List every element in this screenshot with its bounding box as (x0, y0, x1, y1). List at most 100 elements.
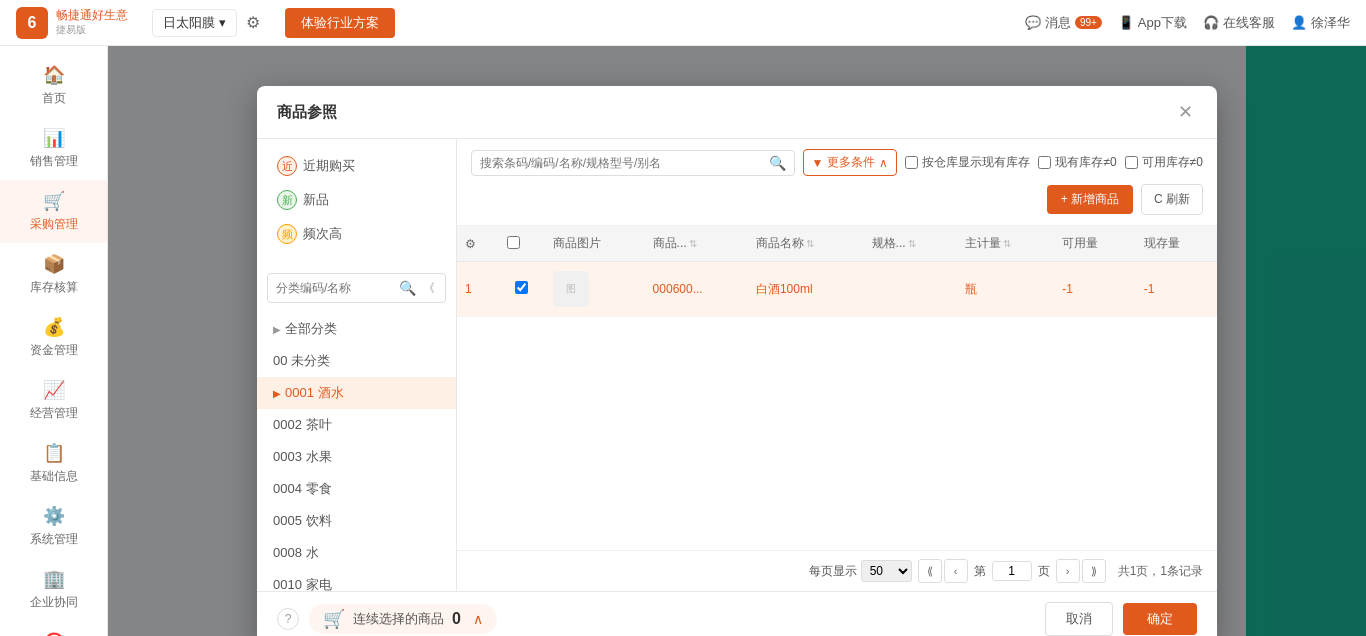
category-item-water[interactable]: 0008 水 (257, 537, 456, 569)
category-item-all[interactable]: ▶ 全部分类 (257, 313, 456, 345)
row-checkbox (499, 262, 544, 317)
modal-header: 商品参照 ✕ (257, 86, 1217, 139)
prev-page-button[interactable]: ‹ (944, 559, 968, 583)
row-avail: -1 (1054, 262, 1135, 317)
table-row[interactable]: 1 图 000600... 白酒100ml (457, 262, 1217, 317)
frequent-item[interactable]: 频 频次高 (267, 217, 446, 251)
category-search-box: 🔍 《 (267, 273, 446, 303)
warehouse-filter-checkbox[interactable] (905, 156, 918, 169)
sidebar-item-guide[interactable]: 🎯 新手引导 (0, 621, 107, 636)
sidebar-item-label: 资金管理 (30, 342, 78, 359)
category-item-appliance[interactable]: 0010 家电 (257, 569, 456, 591)
pagination-area: 每页显示 50 20 100 ⟪ ‹ 第 (457, 550, 1217, 591)
product-modal: 商品参照 ✕ 近 近期购买 新 新品 (257, 86, 1217, 636)
recent-purchases-item[interactable]: 近 近期购买 (267, 149, 446, 183)
notification-label: 消息 (1045, 14, 1071, 32)
col-spec-header: 规格...⇅ (864, 226, 958, 262)
trial-button[interactable]: 体验行业方案 (285, 8, 395, 38)
cart-area[interactable]: 🛒 连续选择的商品 0 ∧ (309, 604, 497, 634)
category-item-fruit[interactable]: 0003 水果 (257, 441, 456, 473)
collapse-button[interactable]: 《 (422, 278, 437, 298)
last-page-button[interactable]: ⟫ (1082, 559, 1106, 583)
more-filters-button[interactable]: ▼ 更多条件 ∧ (803, 149, 898, 176)
per-page-label: 每页显示 (809, 563, 857, 580)
sidebar-item-purchase[interactable]: 🛒 采购管理 (0, 180, 107, 243)
usable-filter-checkbox[interactable] (1125, 156, 1138, 169)
row-stock: -1 (1136, 262, 1217, 317)
uncategorized-label: 00 未分类 (273, 353, 330, 368)
settings-col-icon[interactable]: ⚙ (465, 237, 476, 251)
confirm-button[interactable]: 确定 (1123, 603, 1197, 635)
active-arrow-icon: ▶ (273, 388, 281, 399)
cart-collapse-button[interactable]: ∧ (473, 611, 483, 627)
liquor-label: 0001 酒水 (285, 384, 344, 402)
warehouse-filter-text: 按仓库显示现有库存 (922, 154, 1030, 171)
footer-right-area: 取消 确定 (1045, 602, 1197, 636)
sidebar-item-basic[interactable]: 📋 基础信息 (0, 432, 107, 495)
category-item-liquor[interactable]: ▶ 0001 酒水 (257, 377, 456, 409)
cancel-button[interactable]: 取消 (1045, 602, 1113, 636)
home-icon: 🏠 (43, 64, 65, 86)
sidebar-item-system[interactable]: ⚙️ 系统管理 (0, 495, 107, 558)
notification-item[interactable]: 💬 消息 99+ (1025, 14, 1102, 32)
modal-title: 商品参照 (277, 103, 337, 122)
category-item-snack[interactable]: 0004 零食 (257, 473, 456, 505)
modal-close-button[interactable]: ✕ (1173, 100, 1197, 124)
branch-selector[interactable]: 日太阳膜 ▾ (152, 9, 237, 37)
category-list: ▶ 全部分类 00 未分类 ▶ 0001 酒水 0002 茶 (257, 309, 456, 591)
footer-left-area: ? 🛒 连续选择的商品 0 ∧ (277, 604, 497, 634)
help-button[interactable]: ? (277, 608, 299, 630)
filter-icon: ▼ (812, 156, 824, 170)
first-page-button[interactable]: ⟪ (918, 559, 942, 583)
page-nav-area: ⟪ ‹ 第 页 › ⟫ (918, 559, 1106, 583)
freq-icon: 频 (277, 224, 297, 244)
sidebar-item-home[interactable]: 🏠 首页 (0, 54, 107, 117)
main-content: 商品参照 ✕ 近 近期购买 新 新品 (108, 46, 1366, 636)
page-label: 第 (974, 563, 986, 580)
product-search-icon[interactable]: 🔍 (769, 155, 786, 171)
row-code: 000600... (645, 262, 748, 317)
notification-icon: 💬 (1025, 15, 1041, 30)
sidebar-item-label: 库存核算 (30, 279, 78, 296)
refresh-button[interactable]: C 刷新 (1141, 184, 1203, 215)
product-search-input[interactable] (480, 156, 769, 170)
available-filter-label[interactable]: 现有库存≠0 (1038, 154, 1116, 171)
online-service-item[interactable]: 🎧 在线客服 (1203, 14, 1275, 32)
available-filter-checkbox[interactable] (1038, 156, 1051, 169)
sidebar-item-label: 基础信息 (30, 468, 78, 485)
page-unit: 页 (1038, 563, 1050, 580)
user-avatar[interactable]: 👤 徐泽华 (1291, 14, 1350, 32)
category-item-tea[interactable]: 0002 茶叶 (257, 409, 456, 441)
sidebar-item-enterprise[interactable]: 🏢 企业协同 (0, 558, 107, 621)
cart-label: 连续选择的商品 (353, 610, 444, 628)
chevron-down-icon: ▾ (219, 15, 226, 30)
app-download-item[interactable]: 📱 App下载 (1118, 14, 1187, 32)
col-checkbox (499, 226, 544, 262)
row-select-checkbox[interactable] (515, 281, 528, 294)
nav-right-area: 💬 消息 99+ 📱 App下载 🎧 在线客服 👤 徐泽华 (1025, 14, 1350, 32)
sales-icon: 📊 (43, 127, 65, 149)
page-number-input[interactable] (992, 561, 1032, 581)
select-all-checkbox[interactable] (507, 236, 520, 249)
settings-button[interactable]: ⚙ (237, 7, 269, 39)
sidebar-item-label: 系统管理 (30, 531, 78, 548)
usable-filter-label[interactable]: 可用库存≠0 (1125, 154, 1203, 171)
col-name-header: 商品名称⇅ (748, 226, 864, 262)
warehouse-filter-label[interactable]: 按仓库显示现有库存 (905, 154, 1030, 171)
category-search-input[interactable] (276, 281, 399, 295)
new-products-item[interactable]: 新 新品 (267, 183, 446, 217)
row-spec (864, 262, 958, 317)
category-item-beverage[interactable]: 0005 饮料 (257, 505, 456, 537)
next-page-button[interactable]: › (1056, 559, 1080, 583)
sidebar-item-sales[interactable]: 📊 销售管理 (0, 117, 107, 180)
add-product-button[interactable]: + 新增商品 (1047, 185, 1133, 214)
sidebar-item-operations[interactable]: 📈 经营管理 (0, 369, 107, 432)
sidebar-item-inventory[interactable]: 📦 库存核算 (0, 243, 107, 306)
sidebar-item-finance[interactable]: 💰 资金管理 (0, 306, 107, 369)
category-item-uncategorized[interactable]: 00 未分类 (257, 345, 456, 377)
app-logo-icon: 6 (16, 7, 48, 39)
filter-label: 更多条件 (827, 154, 875, 171)
product-table: ⚙ 商品图片 商品...⇅ 商品名称⇅ 规格...⇅ 主计量⇅ 可用量 现存量 (457, 226, 1217, 317)
per-page-select[interactable]: 50 20 100 (861, 560, 912, 582)
sidebar-item-label: 经营管理 (30, 405, 78, 422)
